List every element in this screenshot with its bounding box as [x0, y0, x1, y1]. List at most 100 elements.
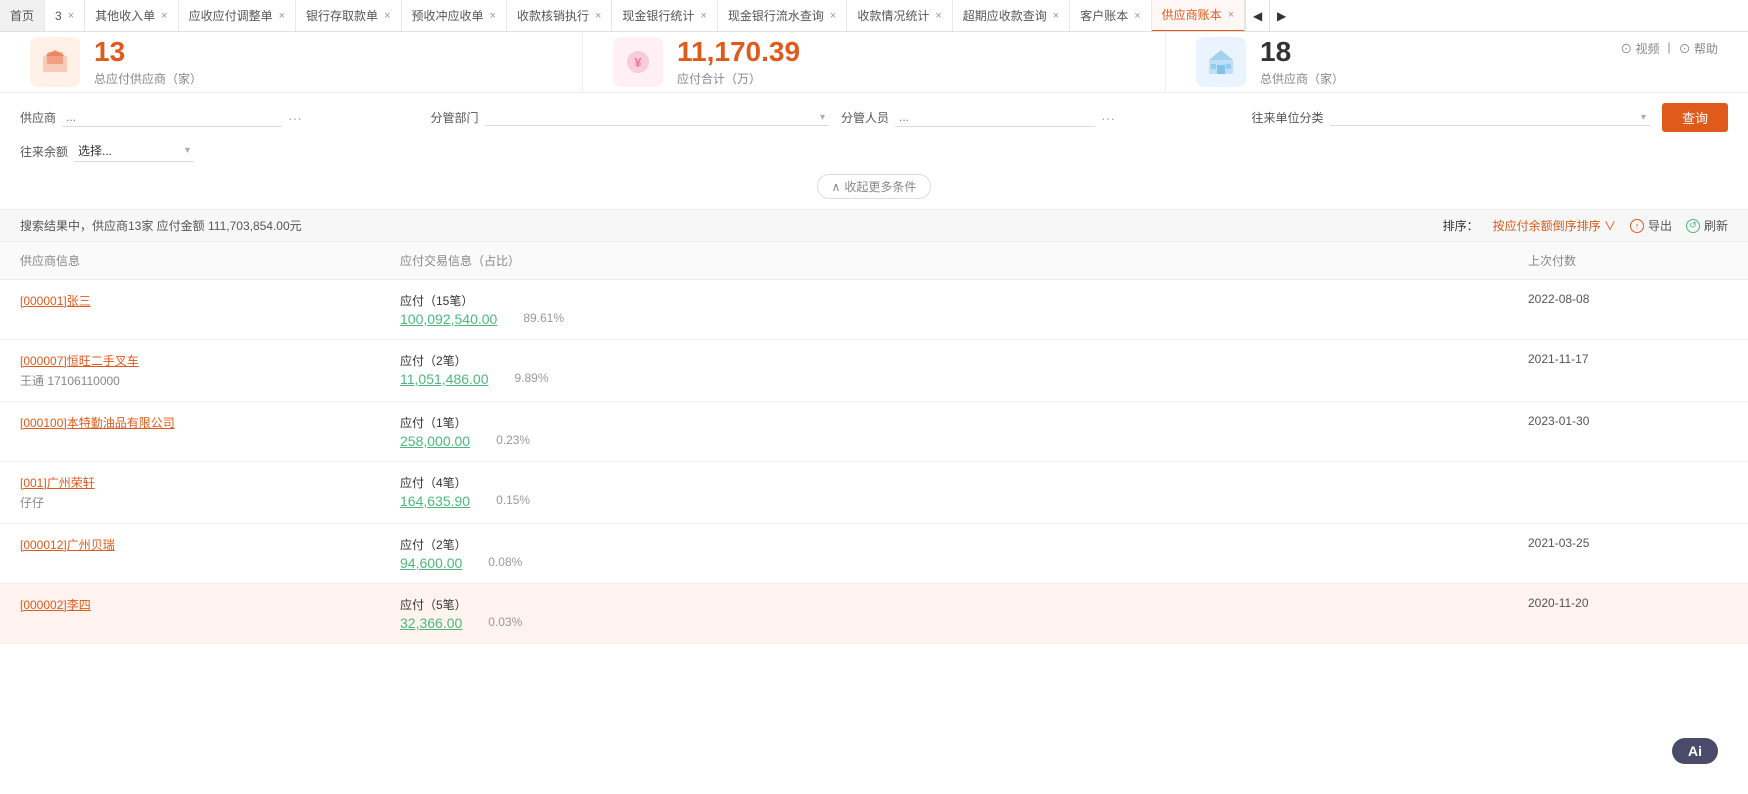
row1-supplier-link[interactable]: [000001]张三 [20, 292, 400, 309]
row3-payable-line: 258,000.00 0.23% [400, 431, 1528, 449]
filter-balance: 往来余额 选择... ▾ [20, 140, 194, 162]
row6-supplier: [000002]李四 [20, 596, 400, 613]
export-button[interactable]: ↑ 导出 [1630, 217, 1672, 234]
nav-tab-supplier-account[interactable]: 供应商账本 × [1152, 0, 1245, 32]
result-bar: 搜索结果中，供应商13家 应付金额 111,703,854.00元 排序： 按应… [0, 210, 1748, 242]
row5-supplier: [000012]广州贝瑞 [20, 536, 400, 553]
row4-payable: 应付（4笔） 164,635.90 0.15% [400, 474, 1528, 509]
row5-payable-amount[interactable]: 94,600.00 [400, 555, 462, 571]
ai-button[interactable]: Ai [1672, 738, 1718, 764]
row2-payable-amount[interactable]: 11,051,486.00 [400, 371, 489, 387]
person-filter-label: 分管人员 [841, 109, 889, 126]
row3-payable-amount[interactable]: 258,000.00 [400, 433, 470, 449]
nav-tab-3-close[interactable]: × [68, 10, 74, 22]
nav-tab-overdue-ar-close[interactable]: × [1053, 10, 1059, 22]
filter-row-2: 往来余额 选择... ▾ [20, 140, 1728, 162]
row3-payable-percent: 0.23% [496, 433, 530, 447]
video-link[interactable]: ⊙ 视频 [1620, 40, 1659, 57]
nav-tab-supplier-account-close[interactable]: × [1228, 9, 1234, 21]
row5-payable: 应付（2笔） 94,600.00 0.08% [400, 536, 1528, 571]
row6-payable-amount[interactable]: 32,366.00 [400, 615, 462, 631]
nav-tab-collect-exec-close[interactable]: × [595, 10, 601, 22]
row5-supplier-link[interactable]: [000012]广州贝瑞 [20, 536, 400, 553]
nav-tab-ar-adjust-close[interactable]: × [279, 10, 285, 22]
nav-tab-collect-exec[interactable]: 收款核销执行 × [507, 0, 612, 32]
sort-value[interactable]: 按应付余额倒序排序 ∨ [1493, 217, 1616, 234]
nav-tab-customer-account-label: 客户账本 [1080, 7, 1128, 24]
nav-tab-cash-bank-stat[interactable]: 现金银行统计 × [612, 0, 717, 32]
nav-tab-customer-account[interactable]: 客户账本 × [1070, 0, 1151, 32]
nav-tab-advance-collect-close[interactable]: × [490, 10, 496, 22]
nav-tab-3[interactable]: 3 × [45, 0, 85, 32]
filter-category: 往来单位分类 ▾ [1252, 109, 1651, 126]
nav-tab-advance-collect[interactable]: 预收冲应收单 × [402, 0, 507, 32]
page-container: 首页 3 × 其他收入单 × 应收应付调整单 × 银行存取款单 × 预收冲应收单… [0, 0, 1748, 794]
balance-select-value: 选择... [78, 142, 112, 159]
nav-right-arrow[interactable]: ▶ [1269, 0, 1293, 32]
table-row: [000100]本特勤油品有限公司 应付（1笔） 258,000.00 0.23… [0, 402, 1748, 462]
nav-tab-customer-account-close[interactable]: × [1134, 10, 1140, 22]
separator: | [1668, 40, 1671, 57]
row4-payable-percent: 0.15% [496, 493, 530, 507]
nav-tab-bank-deposit-label: 银行存取款单 [306, 7, 378, 24]
table-row: [000007]恒旺二手叉车 王通 17106110000 应付（2笔） 11,… [0, 340, 1748, 402]
dept-arrow-icon: ▾ [820, 112, 825, 123]
nav-tab-cash-bank-flow-close[interactable]: × [830, 10, 836, 22]
sort-arrow-icon: ∨ [1604, 219, 1616, 233]
nav-tab-cash-bank-stat-close[interactable]: × [700, 10, 706, 22]
row4-supplier-link[interactable]: [001]广州荣轩 [20, 474, 400, 491]
nav-tab-home[interactable]: 首页 [0, 0, 45, 32]
nav-tab-bank-deposit-close[interactable]: × [384, 10, 390, 22]
header-lastpay: 上次付数 [1528, 252, 1728, 269]
payable-amount: 11,170.39 [677, 37, 800, 68]
nav-tab-advance-collect-label: 预收冲应收单 [412, 7, 484, 24]
row2-payable-label: 应付（2笔） [400, 352, 1528, 369]
category-select[interactable]: ▾ [1330, 110, 1650, 126]
filter-person: 分管人员 ··· [841, 108, 1240, 127]
export-icon: ↑ [1630, 219, 1644, 233]
nav-tab-collect-stat[interactable]: 收款情况统计 × [847, 0, 952, 32]
nav-tab-other-income-label: 其他收入单 [95, 7, 155, 24]
row3-payable-label: 应付（1笔） [400, 414, 1528, 431]
help-links: ⊙ 视频 | ⊙ 帮助 [1620, 32, 1718, 57]
row6-supplier-link[interactable]: [000002]李四 [20, 596, 400, 613]
total-supplier-count: 18 [1260, 37, 1344, 68]
row2-payable: 应付（2笔） 11,051,486.00 9.89% [400, 352, 1528, 387]
row6-payable-percent: 0.03% [488, 615, 522, 629]
row3-supplier: [000100]本特勤油品有限公司 [20, 414, 400, 431]
data-table: 供应商信息 应付交易信息（占比） 上次付数 [000001]张三 应付（15笔） [0, 242, 1748, 794]
nav-tab-bank-deposit[interactable]: 银行存取款单 × [296, 0, 401, 32]
supplier-more-icon[interactable]: ··· [288, 110, 302, 126]
row6-payable: 应付（5笔） 32,366.00 0.03% [400, 596, 1528, 631]
nav-tab-cash-bank-flow-label: 现金银行流水查询 [728, 7, 824, 24]
person-input[interactable] [895, 108, 1095, 127]
refresh-button[interactable]: ↺ 刷新 [1686, 217, 1728, 234]
nav-tab-other-income-close[interactable]: × [161, 10, 167, 22]
row4-payable-label: 应付（4笔） [400, 474, 1528, 491]
result-actions: 排序： 按应付余额倒序排序 ∨ ↑ 导出 ↺ 刷新 [1443, 217, 1728, 234]
table-header: 供应商信息 应付交易信息（占比） 上次付数 [0, 242, 1748, 280]
help-link[interactable]: ⊙ 帮助 [1679, 40, 1718, 57]
nav-left-arrow[interactable]: ◀ [1245, 0, 1269, 32]
nav-tab-other-income[interactable]: 其他收入单 × [85, 0, 178, 32]
row3-payable: 应付（1笔） 258,000.00 0.23% [400, 414, 1528, 449]
category-arrow-icon: ▾ [1641, 112, 1646, 123]
row3-supplier-link[interactable]: [000100]本特勤油品有限公司 [20, 414, 400, 431]
nav-tab-collect-stat-close[interactable]: × [935, 10, 941, 22]
query-button[interactable]: 查询 [1662, 103, 1728, 132]
row4-payable-amount[interactable]: 164,635.90 [400, 493, 470, 509]
nav-tab-overdue-ar[interactable]: 超期应收款查询 × [953, 0, 1070, 32]
collapse-button[interactable]: ∧ 收起更多条件 [817, 174, 932, 199]
row1-payable-amount[interactable]: 100,092,540.00 [400, 311, 497, 327]
row4-supplier-sub: 仔仔 [20, 494, 400, 511]
row2-supplier-link[interactable]: [000007]恒旺二手叉车 [20, 352, 400, 369]
supplier-filter-label: 供应商 [20, 109, 56, 126]
row1-payable-percent: 89.61% [523, 311, 564, 325]
dept-select[interactable]: ▾ [485, 110, 829, 126]
nav-tab-ar-adjust[interactable]: 应收应付调整单 × [179, 0, 296, 32]
row1-payable-line: 100,092,540.00 89.61% [400, 309, 1528, 327]
balance-select[interactable]: 选择... ▾ [74, 140, 194, 162]
person-more-icon[interactable]: ··· [1101, 110, 1115, 126]
supplier-input[interactable] [62, 108, 282, 127]
nav-tab-cash-bank-flow[interactable]: 现金银行流水查询 × [718, 0, 847, 32]
